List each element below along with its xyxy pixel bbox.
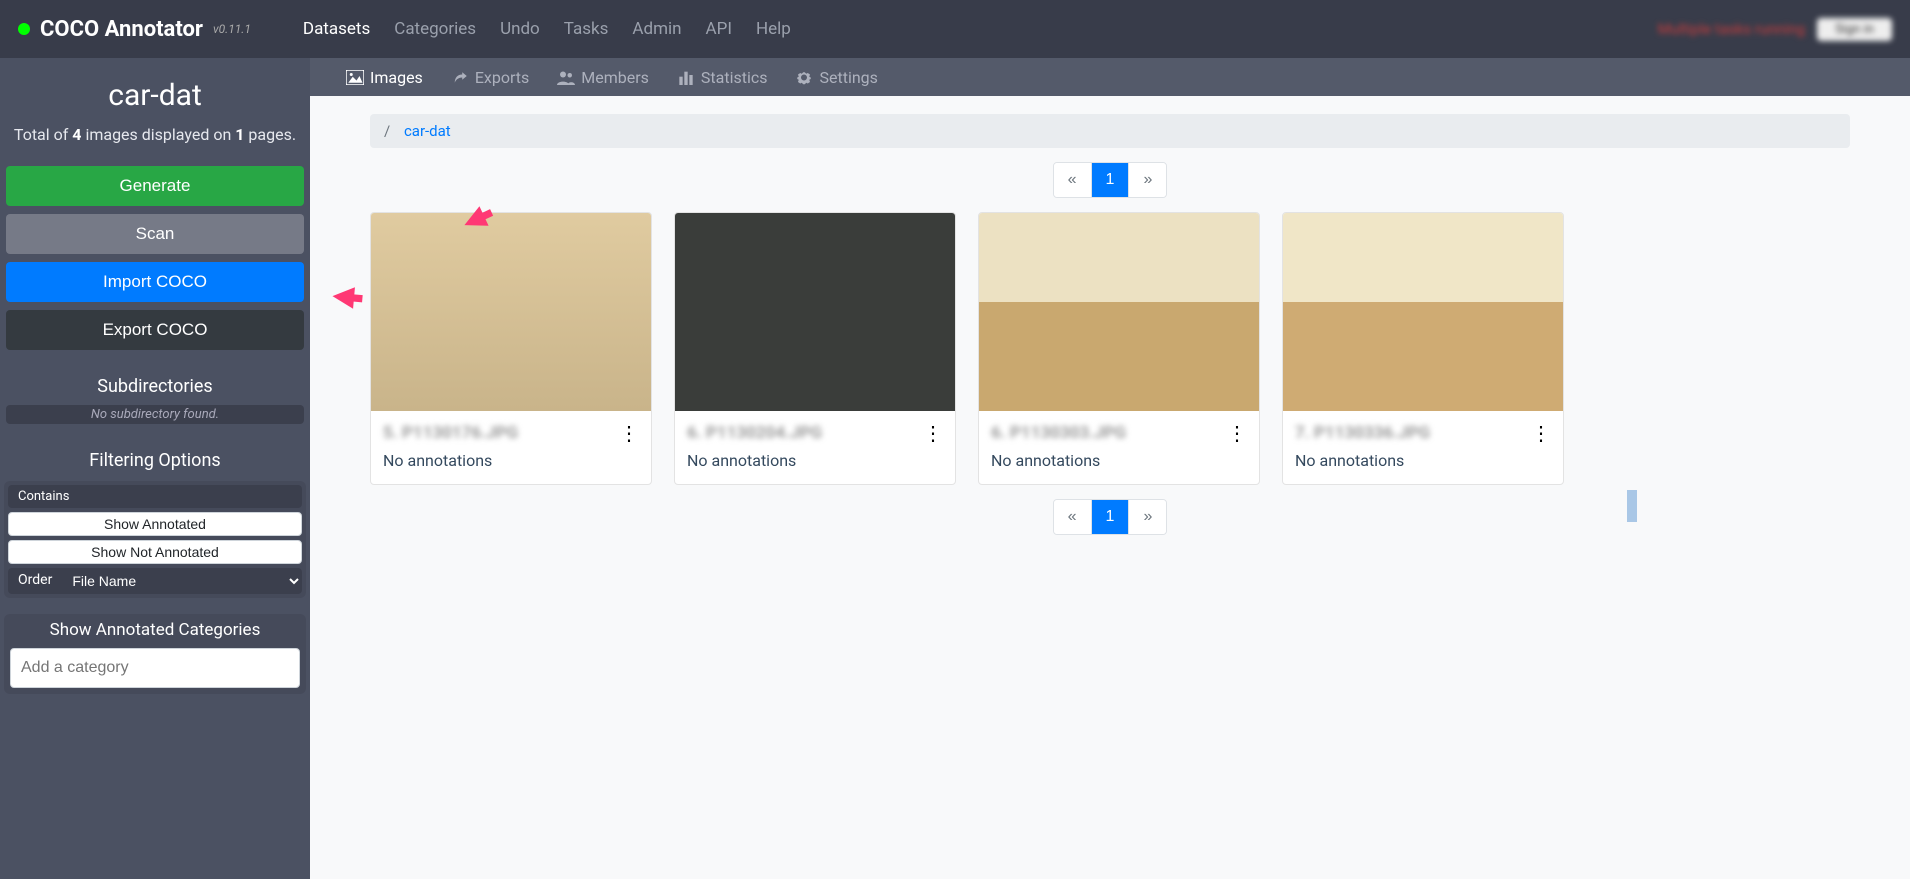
tab-members[interactable]: Members — [543, 68, 663, 87]
top-warning: Multiple tasks running — [1658, 20, 1805, 38]
image-filename: 5. P1130176.JPG — [383, 423, 518, 443]
nav-help[interactable]: Help — [744, 19, 803, 39]
pager-page-1[interactable]: 1 — [1092, 500, 1130, 534]
nav-categories[interactable]: Categories — [382, 19, 488, 39]
add-category-input[interactable] — [10, 648, 300, 688]
image-annotations: No annotations — [991, 451, 1247, 470]
image-card[interactable]: 6. P1130303.JPG ⋮ No annotations — [978, 212, 1260, 485]
nav-api[interactable]: API — [694, 19, 744, 39]
more-icon[interactable]: ⋮ — [923, 421, 943, 445]
image-annotations: No annotations — [383, 451, 639, 470]
order-label: Order — [8, 568, 62, 594]
nav-undo[interactable]: Undo — [488, 19, 552, 39]
gear-icon — [795, 70, 813, 85]
users-icon — [557, 70, 575, 85]
more-icon[interactable]: ⋮ — [1227, 421, 1247, 445]
pager-top: « 1 » — [370, 162, 1850, 198]
image-thumb[interactable] — [1283, 213, 1563, 411]
scan-button[interactable]: Scan — [6, 214, 304, 254]
dataset-total: Total of 4 images displayed on 1 pages. — [4, 125, 306, 144]
pager-next[interactable]: » — [1129, 500, 1166, 534]
version-label: v0.11.1 — [213, 22, 251, 36]
more-icon[interactable]: ⋮ — [1531, 421, 1551, 445]
image-thumb[interactable] — [675, 213, 955, 411]
generate-button[interactable]: Generate — [6, 166, 304, 206]
image-annotations: No annotations — [687, 451, 943, 470]
image-filename: 6. P1130204.JPG — [687, 423, 822, 443]
image-filename: 6. P1130303.JPG — [991, 423, 1126, 443]
bar-chart-icon — [677, 70, 695, 85]
image-thumb[interactable] — [371, 213, 651, 411]
more-icon[interactable]: ⋮ — [619, 421, 639, 445]
pager-prev[interactable]: « — [1054, 500, 1092, 534]
tab-images[interactable]: Images — [332, 68, 437, 87]
order-select[interactable]: File Name — [62, 568, 302, 594]
image-thumb[interactable] — [979, 213, 1259, 411]
image-grid: 5. P1130176.JPG ⋮ No annotations 6. P1130… — [370, 212, 1850, 485]
show-not-annotated-button[interactable]: Show Not Annotated — [8, 540, 302, 564]
brand-title: COCO Annotator — [40, 17, 203, 42]
dataset-name: car-dat — [4, 78, 306, 113]
image-card[interactable]: 5. P1130176.JPG ⋮ No annotations — [370, 212, 652, 485]
subdir-heading: Subdirectories — [4, 376, 306, 397]
sidebar: car-dat Total of 4 images displayed on 1… — [0, 58, 310, 879]
nav-datasets[interactable]: Datasets — [291, 19, 382, 39]
tab-settings[interactable]: Settings — [781, 68, 891, 87]
image-card[interactable]: 6. P1130204.JPG ⋮ No annotations — [674, 212, 956, 485]
contains-label: Contains — [8, 485, 79, 508]
annotation-arrow-icon — [321, 284, 355, 308]
nav-admin[interactable]: Admin — [620, 19, 693, 39]
export-coco-button[interactable]: Export COCO — [6, 310, 304, 350]
nav-tasks[interactable]: Tasks — [552, 19, 621, 39]
tab-statistics[interactable]: Statistics — [663, 68, 782, 87]
top-nav: COCO Annotator v0.11.1 Datasets Categori… — [0, 0, 1910, 58]
pager-next[interactable]: » — [1129, 163, 1166, 197]
breadcrumb-link[interactable]: car-dat — [404, 122, 451, 140]
subdir-empty: No subdirectory found. — [6, 405, 304, 424]
contains-input[interactable] — [79, 485, 302, 508]
image-annotations: No annotations — [1295, 451, 1551, 470]
pager-prev[interactable]: « — [1054, 163, 1092, 197]
show-ann-cat-heading: Show Annotated Categories — [10, 620, 300, 640]
import-coco-button[interactable]: Import COCO — [6, 262, 304, 302]
show-annotated-button[interactable]: Show Annotated — [8, 512, 302, 536]
filter-heading: Filtering Options — [4, 450, 306, 471]
tab-exports[interactable]: Exports — [437, 68, 543, 87]
top-signin-button[interactable]: Sign in — [1817, 18, 1892, 41]
share-icon — [451, 70, 469, 85]
subnav: Images Exports Members Statistics Settin… — [310, 58, 1910, 96]
image-icon — [346, 70, 364, 85]
breadcrumb: / car-dat — [370, 114, 1850, 148]
pager-page-1[interactable]: 1 — [1092, 163, 1130, 197]
status-dot-icon — [18, 23, 30, 35]
text-selection-icon — [1627, 490, 1637, 522]
image-card[interactable]: 7. P1130336.JPG ⋮ No annotations — [1282, 212, 1564, 485]
image-filename: 7. P1130336.JPG — [1295, 423, 1430, 443]
